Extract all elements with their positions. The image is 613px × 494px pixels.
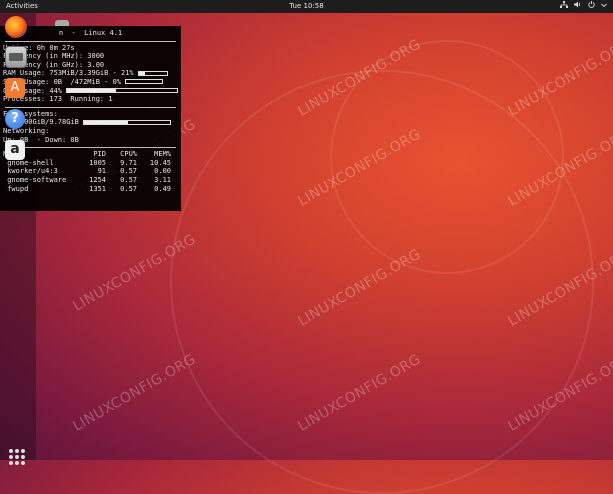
networking-header: Networking: (3, 126, 50, 135)
process-table-header: Name PID CPU% MEM% (3, 150, 171, 159)
amazon-icon[interactable]: a (5, 140, 25, 160)
separator (5, 40, 176, 42)
processes-count: Processes: 173 Running: 1 (3, 95, 113, 104)
frequency-mhz: Frequency (in MHz): 3000 (3, 52, 105, 61)
network-icon (560, 1, 568, 10)
system-tray[interactable] (560, 1, 607, 10)
filesystems-header: File systems: (3, 109, 58, 118)
separator (5, 106, 176, 108)
kernel-title: n - Linux 4.1 (58, 29, 123, 37)
cpu-usage: CPU Usage: 44% (3, 87, 179, 96)
process-row: gnome-software 1254 0.57 3.11 (3, 175, 171, 184)
conky-panel: n - Linux 4.1 Uptime: 0h 0m 27s Frequenc… (0, 26, 181, 211)
process-row: kworker/u4:3 91 0.57 0.00 (3, 167, 171, 176)
network-traffic: Up: 0B - Down: 0B (3, 135, 79, 144)
uptime: Uptime: 0h 0m 27s (3, 43, 75, 52)
software-center-icon[interactable]: A (5, 78, 25, 98)
show-applications-icon[interactable] (9, 449, 25, 465)
ram-bar (137, 70, 168, 76)
firefox-icon[interactable] (5, 16, 27, 38)
cpu-bar (66, 88, 179, 94)
ram-usage: RAM Usage: 753MiB/3.39GiB - 21% (3, 69, 178, 78)
process-row: gnome-shell 1005 9.71 10.45 (3, 158, 171, 167)
frequency-ghz: Frequency (in GHz): 3.00 (3, 60, 105, 69)
process-row: fwupd 1351 0.57 0.49 (3, 184, 171, 193)
fs-bar (83, 119, 172, 125)
volume-icon (574, 1, 582, 10)
help-icon[interactable]: ? (5, 109, 25, 129)
chevron-down-icon (601, 2, 607, 10)
filesystem-root: / 5.00GiB/9.78GiB (3, 118, 178, 127)
watermark: LINUXCONFIG.ORG (70, 351, 199, 435)
swap-bar (125, 79, 164, 85)
top-bar: Activities Tue 10:58 (0, 0, 613, 13)
separator (5, 147, 176, 149)
files-icon[interactable] (5, 46, 27, 68)
swap-usage: Swap Usage: 0B /472MiB - 0% (3, 78, 178, 87)
clock[interactable]: Tue 10:58 (0, 2, 613, 10)
power-icon (588, 1, 595, 10)
